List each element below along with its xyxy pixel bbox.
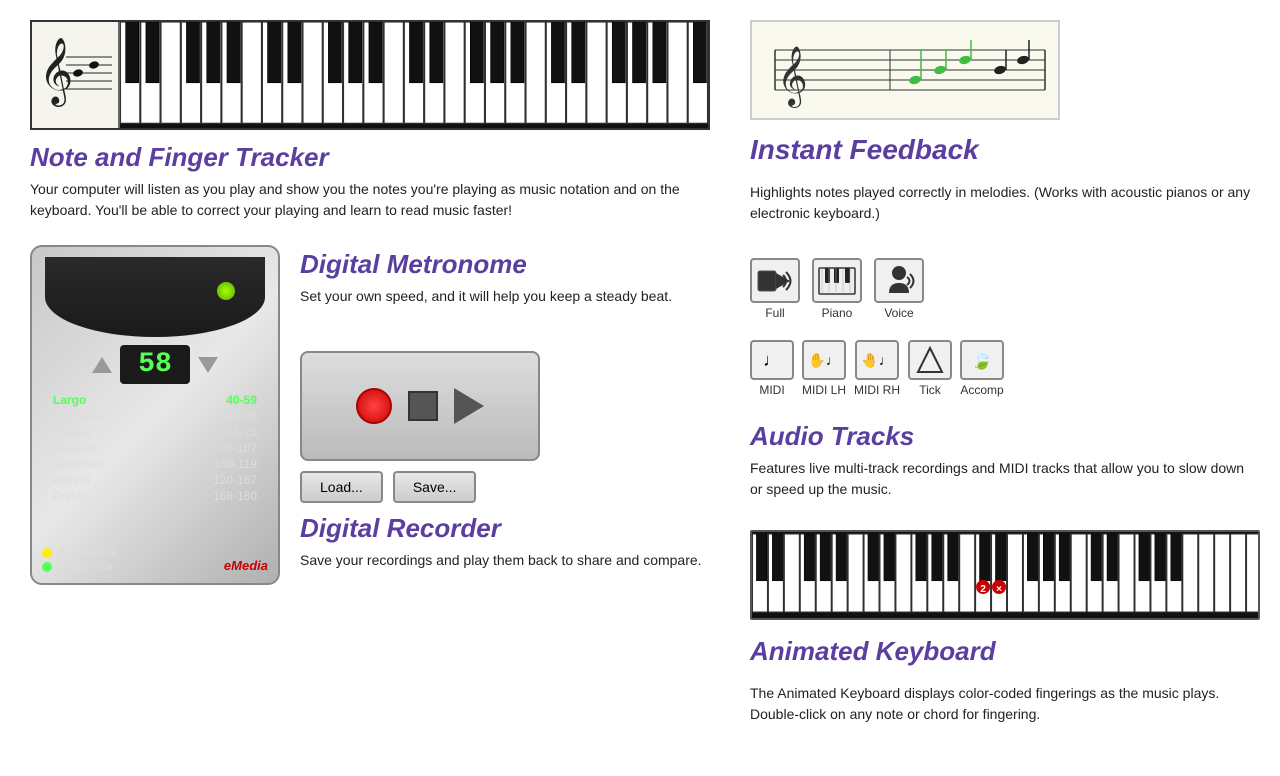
audio-tracks-section: Audio Tracks Features live multi-track r…	[750, 417, 1260, 514]
midi-label: MIDI	[759, 383, 784, 397]
recorder-controls: Load... Save...	[300, 471, 710, 503]
svg-text:2: 2	[980, 584, 986, 595]
tempo-range-andante: 76-107	[220, 441, 257, 455]
svg-text:×: ×	[996, 584, 1002, 595]
piano-track-icon: Piano	[812, 258, 862, 320]
save-button[interactable]: Save...	[393, 471, 477, 503]
tempo-range-larghetto: 60-65	[226, 409, 257, 423]
piano-label: Piano	[822, 306, 853, 320]
play-button[interactable]	[454, 388, 484, 424]
tempo-range-largo: 40-59	[226, 393, 257, 407]
digital-metronome-title: Digital Metronome	[300, 249, 710, 280]
accomp-track-icon: 🍃 Accomp	[960, 340, 1004, 397]
tempo-row-andante: Andante 76-107	[45, 440, 265, 456]
tick-label: Tick	[919, 383, 941, 397]
instant-feedback-desc: Highlights notes played correctly in mel…	[750, 182, 1260, 224]
recorder-image	[300, 351, 540, 461]
tempo-range-allegro: 120-167	[213, 473, 257, 487]
digital-recorder-title: Digital Recorder	[300, 513, 710, 544]
audible-tick-dot	[42, 548, 52, 558]
midi-rh-icon: 🤚♩	[855, 340, 899, 380]
midi-lh-track-icon: ✋♩ MIDI LH	[802, 340, 846, 397]
tempo-name-moderato: Moderato	[53, 457, 104, 471]
tick-track-icon: Tick	[908, 340, 952, 397]
tempo-name-larghetto: Larghetto	[53, 409, 104, 423]
voice-label: Voice	[884, 306, 913, 320]
full-track-icon: Full	[750, 258, 800, 320]
tempo-row-adagio: Adagio 66-75	[45, 424, 265, 440]
tempo-range-presto: 168-180	[213, 489, 257, 503]
tempo-row-allegro: Allegro 120-167	[45, 472, 265, 488]
tempo-name-presto: Presto	[53, 489, 88, 503]
digital-recorder-desc: Save your recordings and play them back …	[300, 550, 710, 571]
accomp-label: Accomp	[960, 383, 1003, 397]
tempo-name-adagio: Adagio	[53, 425, 90, 439]
tempo-name-andante: Andante	[53, 441, 98, 455]
tick-icon	[908, 340, 952, 380]
midi-track-icon: ♩ MIDI	[750, 340, 794, 397]
voice-icon	[874, 258, 924, 303]
visible-tick-dot	[42, 562, 52, 572]
midi-rh-label: MIDI RH	[854, 383, 900, 397]
metronome-bpm-display: 58	[120, 345, 190, 384]
midi-lh-label: MIDI LH	[802, 383, 846, 397]
audible-tick-label: Audible Tick	[58, 547, 117, 559]
metronome-right-panel: Digital Metronome Set your own speed, an…	[300, 245, 710, 585]
piano-icon	[812, 258, 862, 303]
full-icon	[750, 258, 800, 303]
tempo-table: Largo 40-59 Larghetto 60-65 Adagio 66-75…	[45, 392, 265, 504]
load-button[interactable]: Load...	[300, 471, 383, 503]
note-finger-tracker-desc: Your computer will listen as you play an…	[30, 179, 710, 221]
emedia-brand: eMedia	[224, 558, 268, 573]
emedia-brand-text: Media	[231, 558, 268, 573]
tempo-row-presto: Presto 168-180	[45, 488, 265, 504]
metronome-footer: Audible Tick Visible Tick	[42, 547, 117, 573]
note-finger-tracker-title: Note and Finger Tracker	[30, 142, 710, 173]
stop-button[interactable]	[408, 391, 438, 421]
midi-rh-track-icon: 🤚♩ MIDI RH	[854, 340, 900, 397]
instant-feedback-title: Instant Feedback	[750, 134, 1260, 166]
tempo-name-allegro: Allegro	[53, 473, 90, 487]
visible-tick-label: Visible Tick	[58, 561, 113, 573]
audio-tracks-title: Audio Tracks	[750, 421, 1260, 452]
instant-feedback-sheet: 𝄞	[750, 20, 1060, 120]
midi-icon: ♩	[750, 340, 794, 380]
tempo-row-larghetto: Larghetto 60-65	[45, 408, 265, 424]
animated-keyboard-desc: The Animated Keyboard displays color-cod…	[750, 683, 1260, 725]
audio-tracks-desc: Features live multi-track recordings and…	[750, 458, 1260, 500]
metronome-up-arrow[interactable]	[92, 357, 112, 373]
tempo-row-moderato: Moderato 108-119	[45, 456, 265, 472]
track-icons-row1: Full	[750, 258, 1260, 320]
audible-tick-row: Audible Tick	[42, 547, 117, 559]
metronome-down-arrow[interactable]	[198, 357, 218, 373]
metronome-image: 58 Largo 40-59 Larghetto 60-65 Adagio 66…	[30, 245, 280, 585]
animated-keyboard-title: Animated Keyboard	[750, 636, 1260, 667]
animated-keyboard-image: /* drawn by JS */ 2×	[750, 530, 1260, 620]
midi-lh-icon: ✋♩	[802, 340, 846, 380]
tempo-range-moderato: 108-119	[214, 457, 257, 471]
tempo-range-adagio: 66-75	[226, 425, 257, 439]
accomp-icon: 🍃	[960, 340, 1004, 380]
record-button[interactable]	[356, 388, 392, 424]
full-label: Full	[765, 306, 784, 320]
voice-track-icon: Voice	[874, 258, 924, 320]
metronome-arc	[45, 257, 265, 337]
metronome-indicator	[217, 282, 235, 300]
metronome-controls: 58	[92, 345, 218, 384]
track-icons-row2: ♩ MIDI ✋♩ MIDI LH 🤚♩ MIDI RH Tick	[750, 340, 1260, 397]
svg-text:𝄞: 𝄞	[777, 46, 808, 108]
tempo-row-largo: Largo 40-59	[45, 392, 265, 408]
tempo-name-largo: Largo	[53, 393, 86, 407]
digital-metronome-desc: Set your own speed, and it will help you…	[300, 286, 710, 307]
visible-tick-row: Visible Tick	[42, 561, 117, 573]
